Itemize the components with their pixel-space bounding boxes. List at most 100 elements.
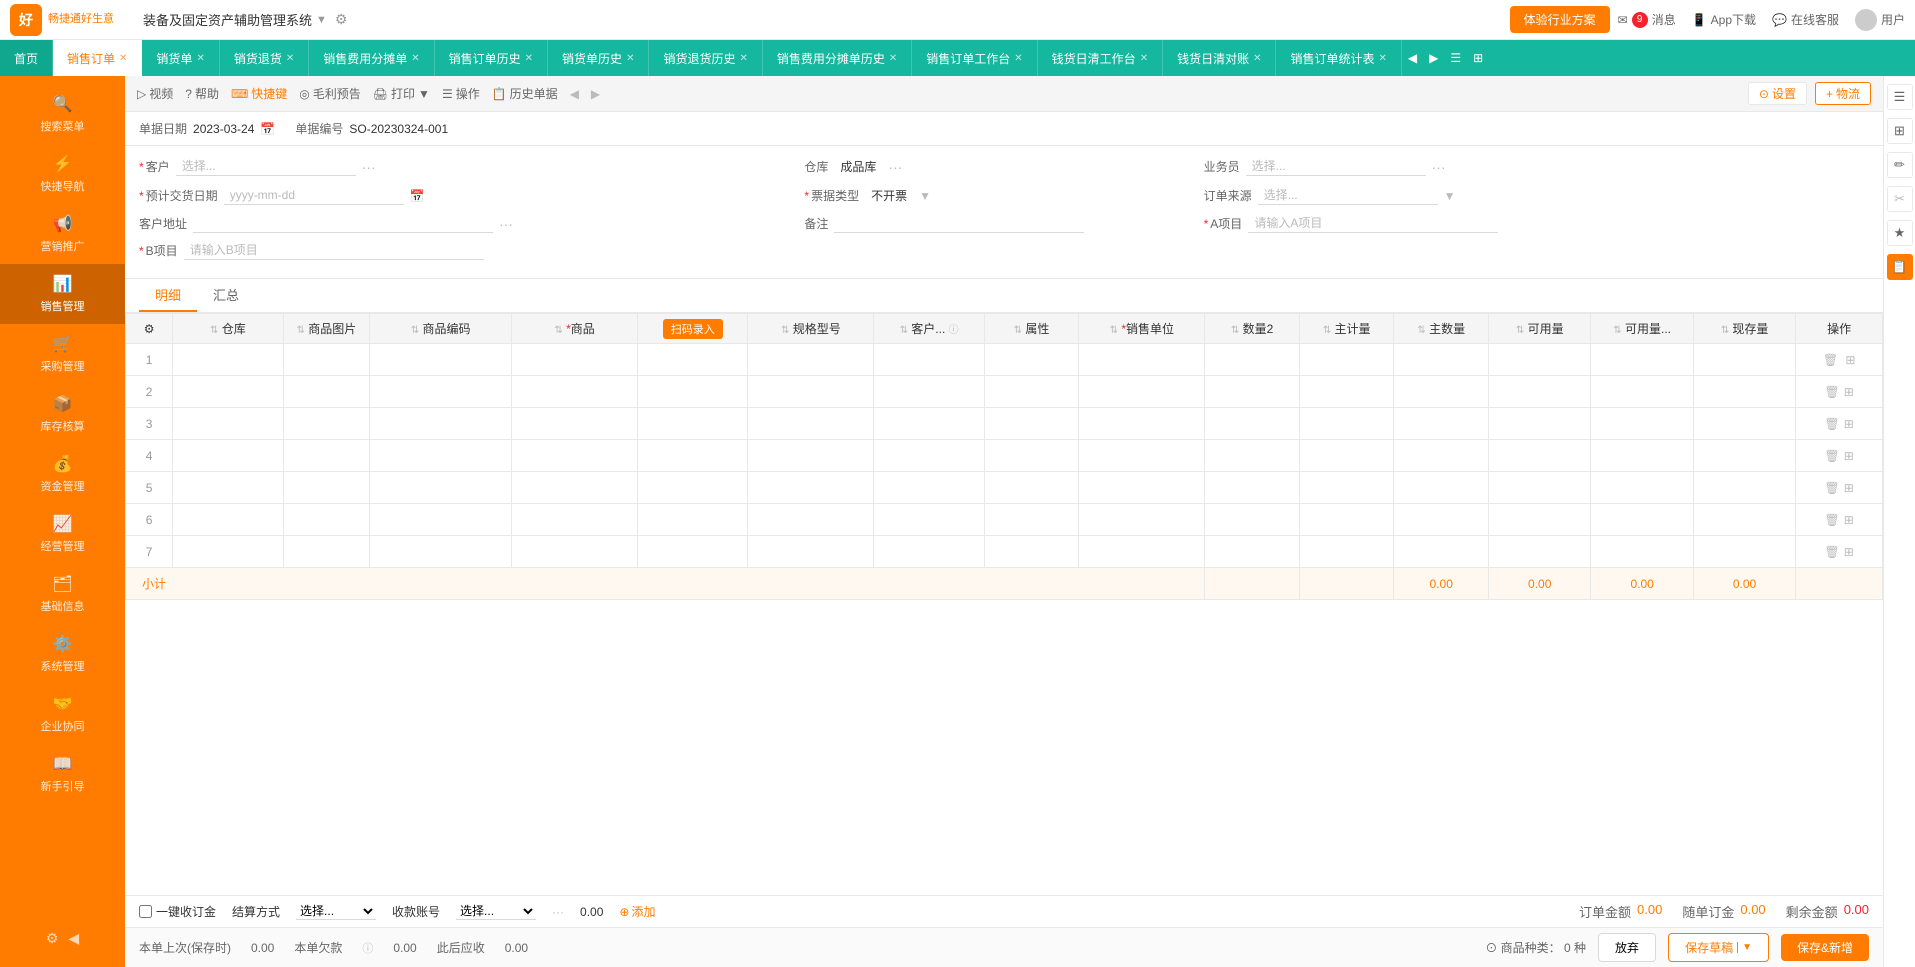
th-attr[interactable]: ⇅ 属性 [984,314,1079,344]
row-customer[interactable] [874,344,984,376]
b-project-input[interactable] [184,241,484,260]
toolbar-operate[interactable]: ☰ 操作 [442,85,480,102]
row-spec[interactable] [748,344,874,376]
copy-icon[interactable]: ⊞ [1844,481,1854,495]
tab-stats[interactable]: 销售订单统计表 ✕ [1276,40,1401,76]
tab-close-order-history[interactable]: ✕ [525,53,533,64]
customer-input[interactable] [176,157,356,176]
copy-icon[interactable]: ⊞ [1844,417,1854,431]
delivery-input[interactable] [224,186,404,205]
tab-close-fee-history[interactable]: ✕ [889,53,897,64]
th-warehouse[interactable]: ⇅ 仓库 [173,314,283,344]
tab-sales-fee[interactable]: 销售费用分摊单 ✕ [309,40,434,76]
row-product[interactable] [512,344,638,376]
copy-icon[interactable]: ⊞ [1844,449,1854,463]
add-row-button[interactable]: + 物流 [1815,82,1871,105]
sidebar-item-operation[interactable]: 📈 经营管理 [0,504,125,564]
toolbar-profit[interactable]: ◎ 毛利预告 [299,85,361,102]
tab-close-stats[interactable]: ✕ [1379,53,1387,64]
tab-close-daily-reconcile[interactable]: ✕ [1253,53,1261,64]
tab-sales-return[interactable]: 销货退货 ✕ [220,40,309,76]
sidebar-item-quick[interactable]: ⚡ 快捷导航 [0,144,125,204]
industry-button[interactable]: 体验行业方案 [1510,6,1610,33]
row-ops[interactable]: 🗑⊞ [1796,536,1883,568]
toolbar-shortcut[interactable]: ⌨ 快捷键 [231,85,287,102]
row-img[interactable] [283,344,370,376]
row-attr[interactable] [984,376,1079,408]
row-unit[interactable] [1079,344,1205,376]
right-panel-icon-4[interactable]: ✂ [1887,186,1913,212]
toolbar-video[interactable]: ▷ 视频 [137,85,173,102]
tab-close-workbench[interactable]: ✕ [1014,53,1022,64]
delete-icon[interactable]: 🗑 [1824,449,1839,463]
tab-sales-order[interactable]: 销售订单 ✕ [53,40,142,76]
staff-dots[interactable]: ··· [1432,159,1446,175]
discard-button[interactable]: 放弃 [1598,933,1656,962]
sidebar-item-search[interactable]: 🔍 搜索菜单 [0,84,125,144]
message-item[interactable]: ✉ 9 消息 [1618,11,1676,28]
online-service-item[interactable]: 💬 在线客服 [1772,11,1839,28]
tab-home[interactable]: 首页 [0,40,53,76]
th-img[interactable]: ⇅ 商品图片 [283,314,370,344]
tab-order-history[interactable]: 销售订单历史 ✕ [435,40,548,76]
delete-icon[interactable]: 🗑 [1824,385,1839,399]
tab-daily-reconcile[interactable]: 钱货日清对账 ✕ [1163,40,1276,76]
th-product[interactable]: ⇅ *商品 [512,314,638,344]
calendar-icon[interactable]: 📅 [260,122,275,136]
row-customer[interactable] [874,376,984,408]
tab-close-sales-bill[interactable]: ✕ [196,53,204,64]
tab-fee-history[interactable]: 销售费用分摊单历史 ✕ [763,40,912,76]
copy-icon[interactable]: ⊞ [1844,385,1854,399]
th-mainunit[interactable]: ⇅ 主计量 [1299,314,1394,344]
right-panel-icon-3[interactable]: ✏ [1887,152,1913,178]
system-dropdown-icon[interactable]: ▼ [316,14,327,26]
sidebar-item-marketing[interactable]: 📢 营销推广 [0,204,125,264]
sidebar-item-enterprise[interactable]: 🤝 企业协同 [0,684,125,744]
th-mainqty[interactable]: ⇅ 主数量 [1394,314,1489,344]
row-code[interactable] [370,376,512,408]
scan-button[interactable]: 扫码录入 [663,319,723,339]
warehouse-dots[interactable]: ··· [888,159,902,175]
tab-bill-history[interactable]: 销货单历史 ✕ [548,40,649,76]
sidebar-item-finance[interactable]: 💰 资金管理 [0,444,125,504]
payment-select[interactable]: 选择... [296,903,376,920]
one-click-checkbox[interactable] [139,905,152,918]
save-new-button[interactable]: 保存&新增 [1781,934,1869,961]
sidebar-item-system[interactable]: ⚙️ 系统管理 [0,624,125,684]
th-stock[interactable]: ⇅ 现存量 [1693,314,1795,344]
tab-close-bill-history[interactable]: ✕ [626,53,634,64]
row-code[interactable] [370,344,512,376]
address-dots[interactable]: ··· [499,216,513,232]
tab-next-arrow[interactable]: ▶ [1423,40,1444,76]
sidebar-item-sales[interactable]: 📊 销售管理 [0,264,125,324]
tab-close-return-history[interactable]: ✕ [739,53,747,64]
bottom-dots[interactable]: ··· [552,905,564,919]
copy-icon[interactable]: ⊞ [1844,513,1854,527]
right-panel-icon-5[interactable]: ★ [1887,220,1913,246]
account-select[interactable]: 选择... [456,903,536,920]
delete-icon[interactable]: 🗑 [1824,545,1839,559]
th-qty2[interactable]: ⇅ 数量2 [1205,314,1300,344]
th-scan[interactable]: 扫码录入 [638,314,748,344]
row-mainunit[interactable] [1299,376,1394,408]
row-stock[interactable] [1693,344,1795,376]
delivery-calendar-icon[interactable]: 📅 [410,189,425,203]
right-panel-icon-2[interactable]: ⊞ [1887,118,1913,144]
row-qty2[interactable] [1205,376,1300,408]
th-code[interactable]: ⇅ 商品编码 [370,314,512,344]
address-input[interactable] [193,214,493,233]
order-source-dropdown-icon[interactable]: ▼ [1444,189,1456,203]
copy-icon[interactable]: ⊞ [1845,353,1855,367]
row-ops[interactable]: 🗑⊞ [1796,408,1883,440]
delete-icon[interactable]: 🗑 [1823,353,1838,367]
row-unit[interactable] [1079,376,1205,408]
th-avail2[interactable]: ⇅ 可用量... [1591,314,1693,344]
row-mainqty[interactable] [1394,344,1489,376]
sidebar-item-purchase[interactable]: 🛒 采购管理 [0,324,125,384]
tab-summary[interactable]: 汇总 [197,279,255,312]
row-spec[interactable] [748,376,874,408]
row-ops[interactable]: 🗑⊞ [1796,440,1883,472]
search-circle-icon[interactable]: ⊙ [1485,941,1497,955]
tab-daily-workbench[interactable]: 钱货日清工作台 ✕ [1038,40,1163,76]
row-ops[interactable]: 🗑⊞ [1796,472,1883,504]
